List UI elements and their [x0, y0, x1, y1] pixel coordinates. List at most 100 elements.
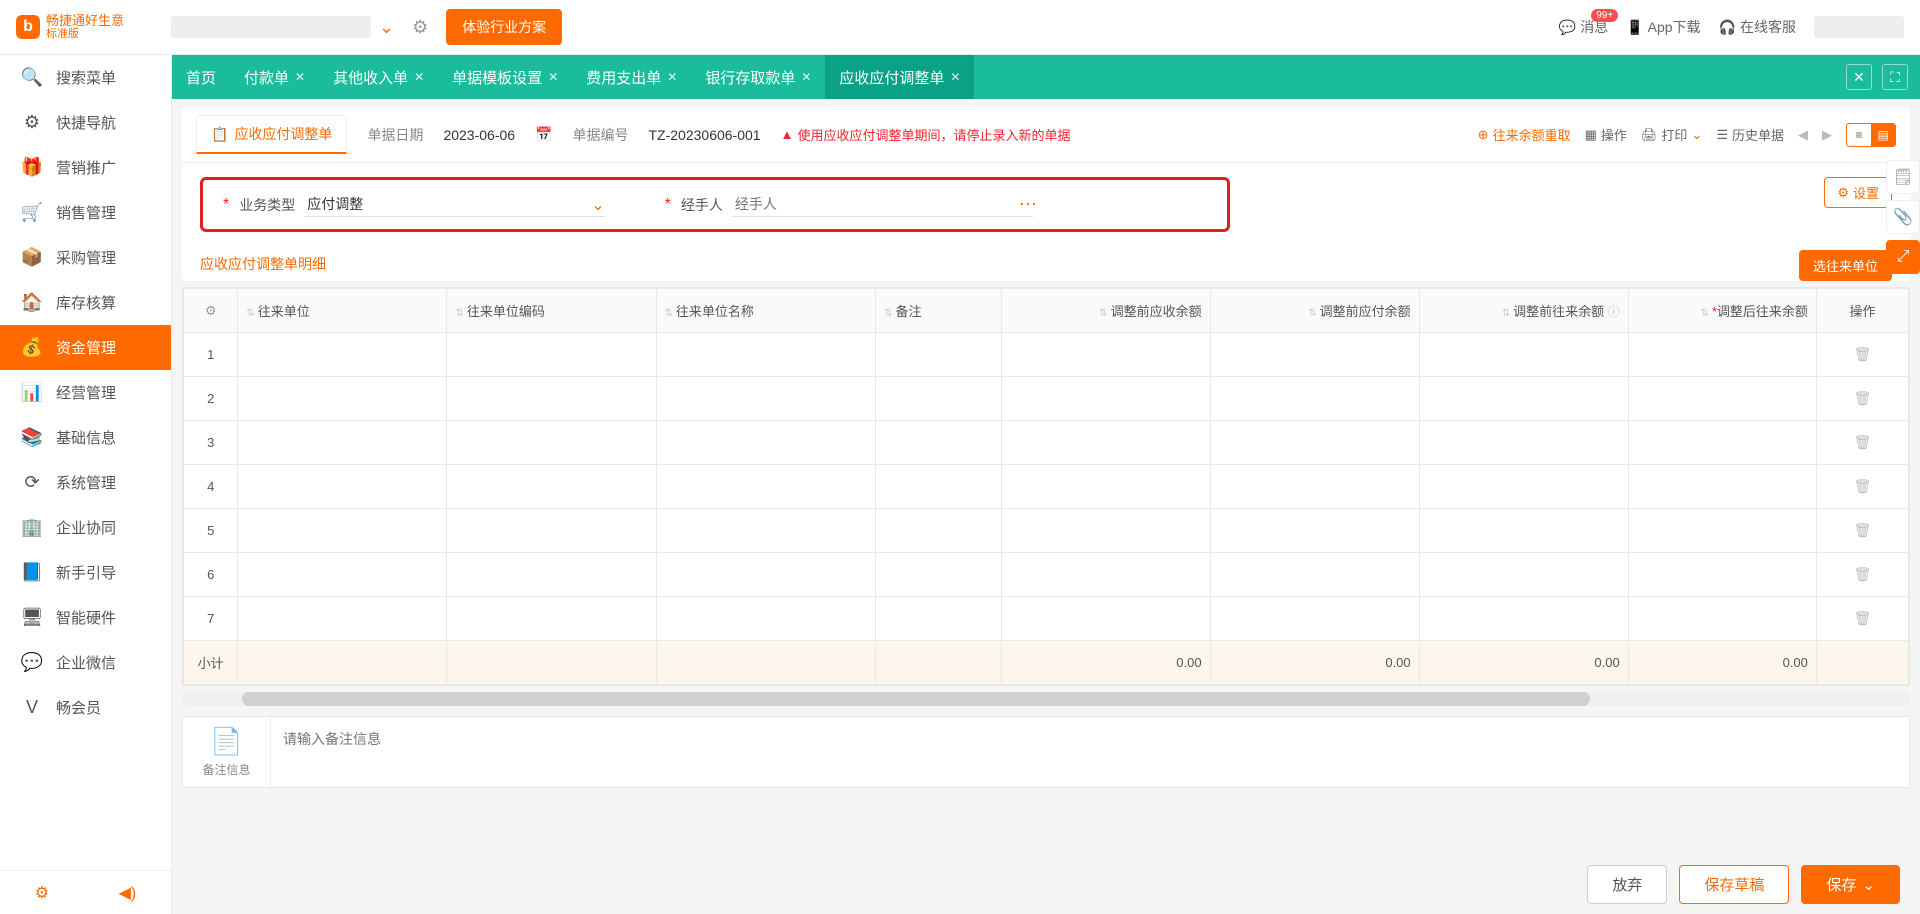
discard-button[interactable]: 放弃 [1587, 865, 1667, 904]
print-button[interactable]: 🖨 打印 ⌄ [1641, 125, 1702, 144]
delete-icon[interactable]: 🗑 [1854, 610, 1872, 626]
tab-2[interactable]: 其他收入单✕ [319, 55, 438, 99]
prev-icon[interactable]: ◀ [1798, 127, 1808, 143]
table-row[interactable]: 1🗑 [184, 333, 1909, 377]
reget-balance-button[interactable]: ⊕ 往来余额重取 [1478, 125, 1571, 144]
operate-button[interactable]: ▦ 操作 [1585, 125, 1627, 144]
history-button[interactable]: ☰ 历史单据 [1716, 125, 1784, 144]
sidebar-icon: 🖥 [22, 607, 42, 628]
tab-0[interactable]: 首页 [172, 55, 230, 99]
sidebar-item-0[interactable]: 🔍搜索菜单 [0, 55, 171, 100]
col-name[interactable]: ⇅往来单位名称 [656, 289, 876, 333]
gear-icon[interactable]: ⚙ [412, 17, 428, 38]
online-service-link[interactable]: 🎧 在线客服 [1719, 17, 1796, 37]
table-row[interactable]: 4🗑 [184, 465, 1909, 509]
close-icon[interactable]: ✕ [414, 70, 424, 84]
col-unit[interactable]: ⇅往来单位 [238, 289, 447, 333]
layout-list-icon[interactable]: ≡ [1847, 124, 1871, 146]
rail-note-icon[interactable]: 🗒 [1886, 160, 1920, 194]
messages-link[interactable]: 💬 消息 99+ [1559, 17, 1608, 37]
delete-icon[interactable]: 🗑 [1854, 566, 1872, 582]
close-icon[interactable]: ✕ [667, 70, 677, 84]
sidebar-item-13[interactable]: 💬企业微信 [0, 640, 171, 685]
tab-6[interactable]: 应收应付调整单 ✕ [825, 55, 974, 99]
calendar-icon[interactable]: 📅 [535, 126, 552, 143]
help-icon[interactable]: ⓘ [1608, 305, 1620, 319]
sidebar-collapse-icon[interactable]: ◀) [119, 883, 137, 903]
sidebar-icon: ⚙ [22, 112, 42, 133]
table-config-icon[interactable]: ⚙ [184, 289, 238, 333]
tab-5[interactable]: 银行存取款单✕ [691, 55, 825, 99]
sidebar-item-9[interactable]: ⟳系统管理 [0, 460, 171, 505]
sidebar-item-5[interactable]: 🏠库存核算 [0, 280, 171, 325]
table-row[interactable]: 2🗑 [184, 377, 1909, 421]
handler-input[interactable] [733, 192, 1033, 217]
close-icon[interactable]: ✕ [950, 70, 960, 84]
sidebar-icon: 💰 [22, 337, 42, 358]
col-remark[interactable]: ⇅备注 [876, 289, 1001, 333]
table-row[interactable]: 3🗑 [184, 421, 1909, 465]
document-icon: 📋 [211, 126, 228, 143]
table-row[interactable]: 6🗑 [184, 553, 1909, 597]
tab-4[interactable]: 费用支出单 ✕ [572, 55, 691, 99]
row-index: 4 [184, 465, 238, 509]
settings-button[interactable]: ⚙ 设置 [1824, 177, 1892, 208]
horizontal-scrollbar[interactable] [182, 692, 1910, 706]
col-pre-recv[interactable]: ⇅调整前应收余额 [1001, 289, 1210, 333]
sidebar-settings-icon[interactable]: ⚙ [35, 883, 49, 903]
close-icon[interactable]: ✕ [801, 70, 811, 84]
document-title-tab[interactable]: 📋 应收应付调整单 [196, 115, 347, 154]
chevron-down-icon: ⌄ [379, 17, 394, 38]
sidebar-item-14[interactable]: V畅会员 [0, 685, 171, 730]
sidebar-item-3[interactable]: 🛒销售管理 [0, 190, 171, 235]
next-icon[interactable]: ▶ [1822, 127, 1832, 143]
col-pre-pay[interactable]: ⇅调整前应付余额 [1210, 289, 1419, 333]
layout-card-icon[interactable]: ▤ [1871, 124, 1895, 146]
sidebar-item-1[interactable]: ⚙快捷导航 [0, 100, 171, 145]
sidebar-item-12[interactable]: 🖥智能硬件 [0, 595, 171, 640]
table-row[interactable]: 7🗑 [184, 597, 1909, 641]
delete-icon[interactable]: 🗑 [1854, 346, 1872, 362]
delete-icon[interactable]: 🗑 [1854, 478, 1872, 494]
save-draft-button[interactable]: 保存草稿 [1679, 865, 1789, 904]
required-marker: * [665, 196, 671, 214]
app-download-link[interactable]: 📱 App下载 [1626, 17, 1700, 37]
more-icon[interactable]: ⋯ [1019, 194, 1039, 215]
col-post-bal[interactable]: ⇅*调整后往来余额 [1628, 289, 1816, 333]
select-unit-button[interactable]: 选往来单位 [1799, 250, 1892, 281]
tab-expand-icon[interactable]: ⛶ [1882, 64, 1908, 90]
sidebar-item-2[interactable]: 🎁营销推广 [0, 145, 171, 190]
layout-toggle[interactable]: ≡ ▤ [1846, 123, 1896, 147]
sidebar-item-7[interactable]: 📊经营管理 [0, 370, 171, 415]
sidebar-item-11[interactable]: 📘新手引导 [0, 550, 171, 595]
sidebar-footer: ⚙ ◀) [0, 870, 171, 914]
sidebar-label: 经营管理 [56, 382, 116, 403]
remarks-input[interactable] [271, 717, 1909, 787]
table-row[interactable]: 5🗑 [184, 509, 1909, 553]
save-button[interactable]: 保存 ⌄ [1801, 865, 1900, 904]
sidebar-item-8[interactable]: 📚基础信息 [0, 415, 171, 460]
company-selector[interactable]: ⌄ [171, 16, 394, 38]
chevron-down-icon[interactable]: ⌄ [591, 195, 604, 215]
biz-type-select[interactable] [305, 192, 605, 217]
user-avatar[interactable] [1814, 16, 1904, 38]
sidebar-item-4[interactable]: 📦采购管理 [0, 235, 171, 280]
delete-icon[interactable]: 🗑 [1854, 522, 1872, 538]
close-icon[interactable]: ✕ [295, 70, 305, 84]
tab-close-all-icon[interactable]: ✕ [1846, 64, 1872, 90]
rail-attachment-icon[interactable]: 📎 [1886, 200, 1920, 234]
tab-3[interactable]: 单据模板设置✕ [438, 55, 572, 99]
scrollbar-thumb[interactable] [242, 692, 1590, 706]
rail-expand-icon[interactable]: ⤢ [1886, 240, 1920, 274]
sidebar-item-10[interactable]: 🏢企业协同 [0, 505, 171, 550]
tab-label: 费用支出单 [586, 67, 661, 88]
tab-label: 应收应付调整单 [839, 67, 944, 88]
tab-1[interactable]: 付款单✕ [230, 55, 319, 99]
col-pre-bal[interactable]: ⇅调整前往来余额 ⓘ [1419, 289, 1628, 333]
close-icon[interactable]: ✕ [548, 70, 558, 84]
delete-icon[interactable]: 🗑 [1854, 434, 1872, 450]
experience-button[interactable]: 体验行业方案 [446, 9, 562, 45]
sidebar-item-6[interactable]: 💰资金管理 [0, 325, 171, 370]
delete-icon[interactable]: 🗑 [1854, 390, 1872, 406]
col-code[interactable]: ⇅往来单位编码 [447, 289, 656, 333]
